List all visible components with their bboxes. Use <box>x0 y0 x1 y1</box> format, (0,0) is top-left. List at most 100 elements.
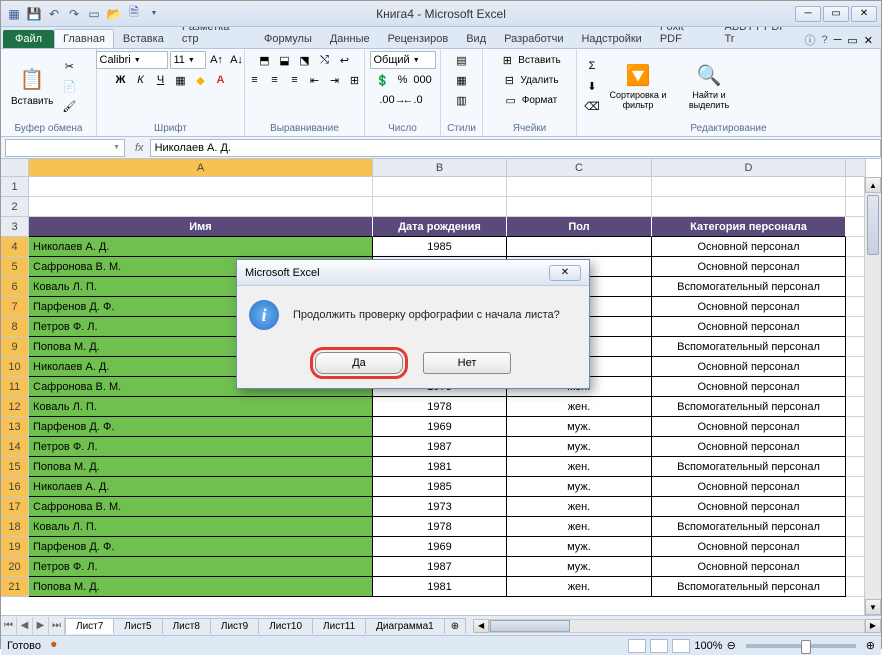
align-middle-icon[interactable]: ⬓ <box>276 51 294 69</box>
cell-sex[interactable]: жен. <box>507 397 652 417</box>
last-sheet-icon[interactable]: ⏭ <box>49 617 65 635</box>
cell-cat[interactable]: Вспомогательный персонал <box>652 337 846 357</box>
cell-name[interactable]: Сафронова В. М. <box>29 497 373 517</box>
cell-dob[interactable]: 1969 <box>373 417 507 437</box>
zoom-slider[interactable] <box>746 644 856 648</box>
new-icon[interactable]: ▭ <box>85 5 103 23</box>
tab-view[interactable]: Вид <box>457 29 495 48</box>
select-all-corner[interactable] <box>1 159 29 177</box>
sheet-tab[interactable]: Лист10 <box>258 618 313 634</box>
cell-cat[interactable]: Вспомогательный персонал <box>652 277 846 297</box>
maximize-button[interactable]: ▭ <box>823 6 849 22</box>
first-sheet-icon[interactable]: ⏮ <box>1 617 17 635</box>
align-right-icon[interactable]: ≡ <box>286 71 304 89</box>
cell-name[interactable]: Коваль Л. П. <box>29 397 373 417</box>
empty-cell[interactable] <box>846 317 866 337</box>
empty-cell[interactable] <box>373 177 507 197</box>
dialog-title-bar[interactable]: Microsoft Excel ✕ <box>237 260 589 286</box>
row-header[interactable]: 13 <box>1 417 29 437</box>
cell-cat[interactable]: Основной персонал <box>652 297 846 317</box>
workbook-close-icon[interactable]: ✕ <box>864 34 873 47</box>
italic-icon[interactable]: К <box>132 71 150 89</box>
cell-cat[interactable]: Вспомогательный персонал <box>652 457 846 477</box>
insert-cells-icon[interactable]: ⊞ <box>498 51 516 69</box>
cell-dob[interactable]: 1969 <box>373 537 507 557</box>
tab-insert[interactable]: Вставка <box>114 29 173 48</box>
scroll-down-icon[interactable]: ▼ <box>865 599 881 615</box>
cell-name[interactable]: Петров Ф. Л. <box>29 437 373 457</box>
row-header[interactable]: 8 <box>1 317 29 337</box>
bold-icon[interactable]: Ж <box>112 71 130 89</box>
empty-cell[interactable] <box>652 177 846 197</box>
empty-cell[interactable] <box>846 357 866 377</box>
empty-cell[interactable] <box>507 197 652 217</box>
tab-developer[interactable]: Разработчи <box>495 29 572 48</box>
fx-button[interactable]: fx <box>129 142 150 154</box>
autosum-icon[interactable]: Σ <box>583 57 601 75</box>
cell-cat[interactable]: Вспомогательный персонал <box>652 577 846 597</box>
cell-sex[interactable]: муж. <box>507 477 652 497</box>
cell-name[interactable]: Парфенов Д. Ф. <box>29 537 373 557</box>
font-color-icon[interactable]: A <box>212 71 230 89</box>
cell-cat[interactable]: Основной персонал <box>652 357 846 377</box>
redo-icon[interactable]: ↷ <box>65 5 83 23</box>
cell-name[interactable]: Коваль Л. П. <box>29 517 373 537</box>
copy-icon[interactable]: 📄 <box>60 77 78 95</box>
dialog-close-button[interactable]: ✕ <box>549 265 581 281</box>
page-break-view-button[interactable] <box>672 639 690 653</box>
empty-cell[interactable] <box>846 337 866 357</box>
empty-cell[interactable] <box>846 277 866 297</box>
save-icon[interactable]: 💾 <box>25 5 43 23</box>
empty-cell[interactable] <box>846 297 866 317</box>
cell-dob[interactable]: 1987 <box>373 437 507 457</box>
dialog-yes-button[interactable]: Да <box>315 352 403 374</box>
cell-cat[interactable]: Основной персонал <box>652 317 846 337</box>
align-left-icon[interactable]: ≡ <box>246 71 264 89</box>
empty-cell[interactable] <box>846 437 866 457</box>
cell-cat[interactable]: Основной персонал <box>652 497 846 517</box>
sheet-tab[interactable]: Лист8 <box>162 618 211 634</box>
empty-cell[interactable] <box>507 177 652 197</box>
cell-sex[interactable] <box>507 237 652 257</box>
cell-name[interactable]: Парфенов Д. Ф. <box>29 417 373 437</box>
cell-dob[interactable]: 1973 <box>373 497 507 517</box>
scroll-left-icon[interactable]: ◀ <box>473 619 489 633</box>
empty-cell[interactable] <box>846 397 866 417</box>
zoom-in-button[interactable]: ⊕ <box>866 639 875 652</box>
cell-sex[interactable]: жен. <box>507 457 652 477</box>
number-format-combo[interactable]: Общий▼ <box>370 51 436 69</box>
empty-cell[interactable] <box>29 177 373 197</box>
vertical-scrollbar[interactable]: ▲ ▼ <box>864 177 881 615</box>
empty-cell[interactable] <box>846 257 866 277</box>
cell-dob[interactable]: 1978 <box>373 397 507 417</box>
sheet-tab[interactable]: Лист7 <box>65 618 114 634</box>
row-header[interactable]: 14 <box>1 437 29 457</box>
col-header-c[interactable]: C <box>507 159 652 177</box>
border-icon[interactable]: ▦ <box>172 71 190 89</box>
row-header[interactable]: 17 <box>1 497 29 517</box>
empty-cell[interactable] <box>846 497 866 517</box>
wrap-text-icon[interactable]: ↩ <box>336 51 354 69</box>
cell-dob[interactable]: 1985 <box>373 237 507 257</box>
sheet-tab[interactable]: Лист11 <box>312 618 366 634</box>
scroll-right-icon[interactable]: ▶ <box>865 619 881 633</box>
row-header[interactable]: 11 <box>1 377 29 397</box>
cell-dob[interactable]: 1981 <box>373 577 507 597</box>
empty-cell[interactable] <box>373 197 507 217</box>
paste-button[interactable]: 📋 Вставить <box>7 64 57 109</box>
fill-icon[interactable]: ⬇ <box>583 77 601 95</box>
row-header[interactable]: 19 <box>1 537 29 557</box>
cell-name[interactable]: Николаев А. Д. <box>29 237 373 257</box>
row-header[interactable]: 6 <box>1 277 29 297</box>
currency-icon[interactable]: 💲 <box>374 71 392 89</box>
scroll-up-icon[interactable]: ▲ <box>865 177 881 193</box>
format-cells-label[interactable]: Формат <box>522 95 558 106</box>
cell-sex[interactable]: муж. <box>507 417 652 437</box>
row-header[interactable]: 9 <box>1 337 29 357</box>
row-header[interactable]: 21 <box>1 577 29 597</box>
row-header[interactable]: 3 <box>1 217 29 237</box>
tab-home[interactable]: Главная <box>54 29 114 48</box>
row-header[interactable]: 2 <box>1 197 29 217</box>
cell-sex[interactable]: муж. <box>507 437 652 457</box>
tab-review[interactable]: Рецензиров <box>379 29 458 48</box>
